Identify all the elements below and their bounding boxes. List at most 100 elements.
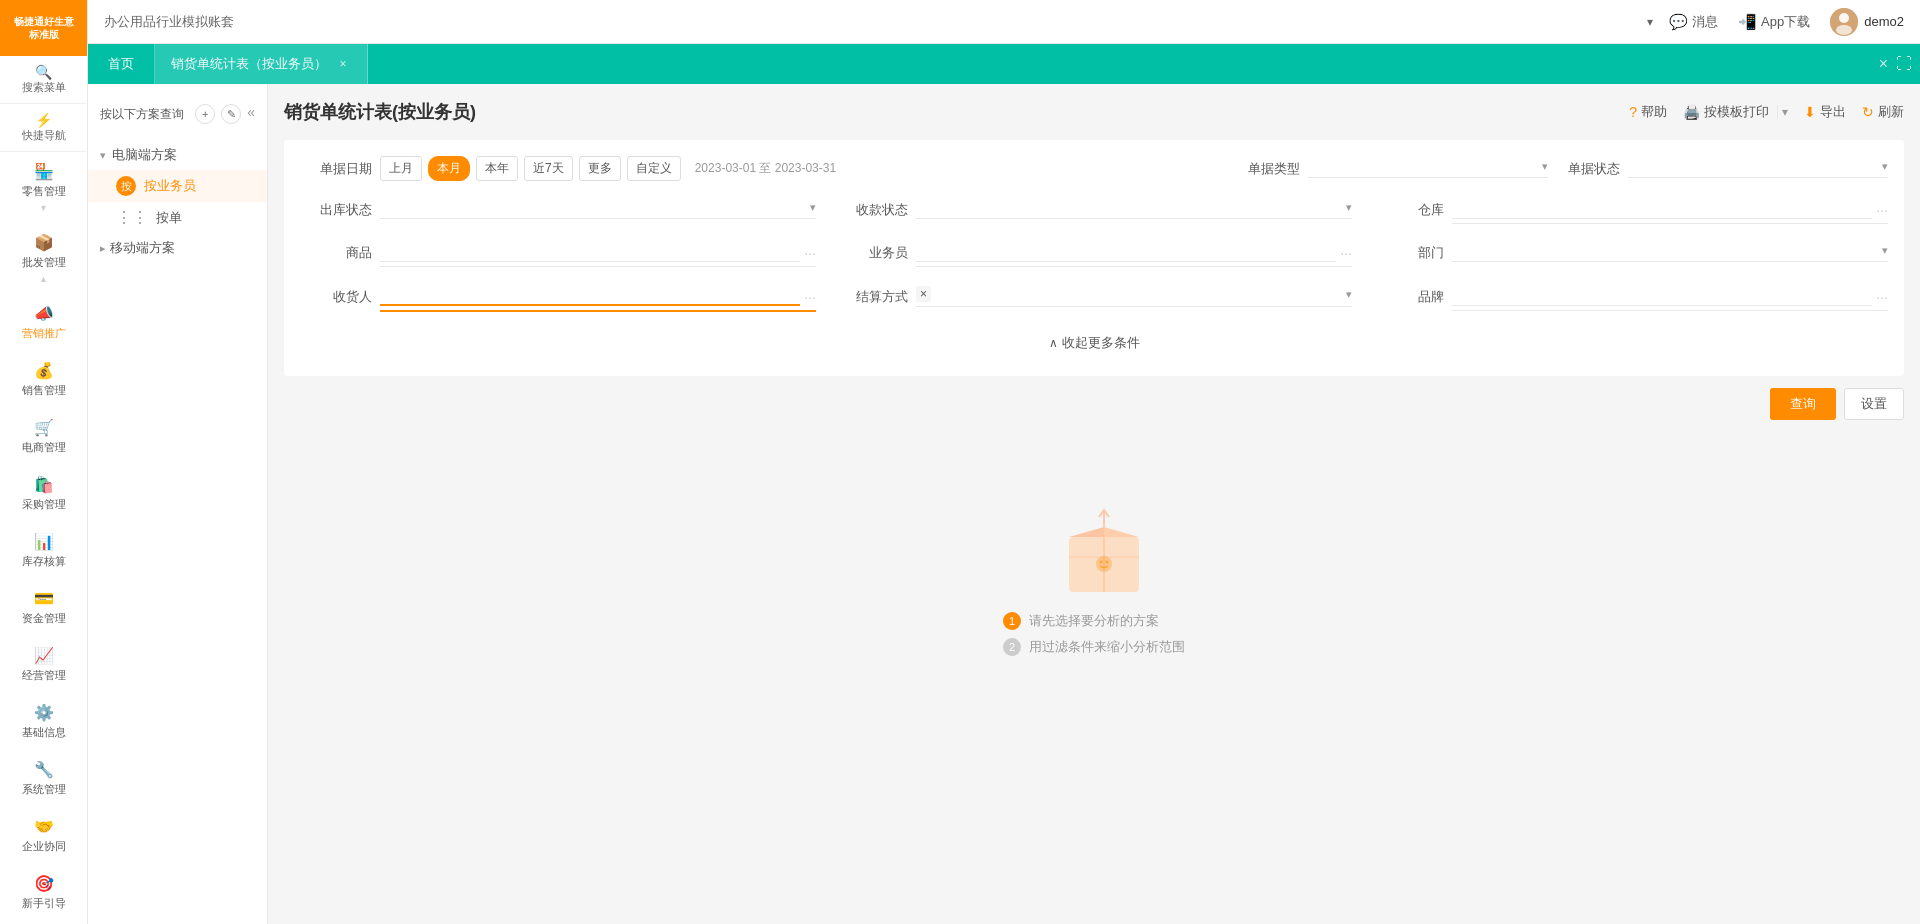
purchase-icon: 🛍️: [34, 475, 54, 494]
print-label: 按模板打印: [1704, 103, 1769, 121]
sidebar-item-wholesale[interactable]: 📦 批发管理 ▴: [0, 223, 87, 294]
left-panel: 按以下方案查询 + ✎ « ▾ 电脑端方案 按 按业务员 ⋮⋮ 按: [88, 84, 268, 924]
message-label: 消息: [1692, 13, 1718, 31]
filter-row-4: 收货人 ... 结算方式 × ▾: [300, 281, 1888, 312]
tabbar: 首页 销货单统计表（按业务员） × × ⛶: [88, 44, 1920, 84]
basic-icon: ⚙️: [34, 703, 54, 722]
svg-point-2: [1836, 25, 1852, 35]
payment-input-area: × ▾: [916, 286, 1352, 307]
brand-filter: 品牌 ...: [1352, 282, 1888, 311]
window-close-btn[interactable]: ×: [1879, 55, 1888, 73]
date-custom-btn[interactable]: 自定义: [627, 156, 681, 181]
dept-select[interactable]: ▾: [1452, 244, 1888, 262]
doc-status-select[interactable]: ▾: [1628, 160, 1888, 178]
goods-dots[interactable]: ...: [804, 242, 816, 258]
tree-desktop[interactable]: ▾ 电脑端方案: [88, 140, 267, 170]
sidebar-item-finance[interactable]: 💳 资金管理: [0, 579, 87, 636]
collapse-icon: ∧: [1049, 336, 1058, 350]
brand-dots[interactable]: ...: [1876, 286, 1888, 302]
newbie-icon: 🎯: [34, 874, 54, 893]
doc-status-arrow: ▾: [1882, 160, 1888, 173]
tree-arrow-down: ▾: [100, 149, 106, 162]
goods-input[interactable]: [380, 238, 800, 262]
sidebar-item-retail[interactable]: 🏪 零售管理 ▾: [0, 152, 87, 223]
tab-home[interactable]: 首页: [88, 44, 155, 84]
dept-label: 部门: [1372, 244, 1452, 262]
payment-tag-x[interactable]: ×: [920, 287, 927, 301]
out-status-filter: 出库状态 ▾: [300, 201, 816, 219]
step1-num: 1: [1003, 612, 1021, 630]
sidebar-search-menu[interactable]: 🔍 搜索菜单: [0, 56, 87, 104]
sidebar-item-purchase[interactable]: 🛍️ 采购管理: [0, 465, 87, 522]
print-dropdown-arrow[interactable]: ▾: [1777, 105, 1788, 119]
topbar-title: 办公用品行业模拟账套: [104, 13, 1631, 31]
warehouse-label: 仓库: [1372, 201, 1452, 219]
date-more-btn[interactable]: 更多: [579, 156, 621, 181]
sidebar-item-basic[interactable]: ⚙️ 基础信息: [0, 693, 87, 750]
date-last-month-btn[interactable]: 上月: [380, 156, 422, 181]
sidebar-item-inventory[interactable]: 📊 库存核算: [0, 522, 87, 579]
sidebar-item-sales[interactable]: 💰 销售管理: [0, 351, 87, 408]
receipt-status-select[interactable]: ▾: [916, 201, 1352, 219]
warehouse-dots[interactable]: ...: [1876, 199, 1888, 215]
date-control: 上月 本月 本年 近7天 更多 自定义 2023-03-01 至 2023-03…: [380, 156, 1228, 181]
date-this-year-btn[interactable]: 本年: [476, 156, 518, 181]
topbar-dropdown[interactable]: ▾: [1647, 15, 1653, 29]
sidebar-item-ecommerce[interactable]: 🛒 电商管理: [0, 408, 87, 465]
empty-illustration: [1044, 492, 1144, 592]
main-area: 办公用品行业模拟账套 ▾ 💬 消息 📲 App下载 demo2 首页 销: [88, 0, 1920, 924]
salesperson-dots[interactable]: ...: [1340, 242, 1352, 258]
sidebar-nav: 🏪 零售管理 ▾ 📦 批发管理 ▴ 📣 营销推广 💰 销售管理 🛒 电商管理 🛍…: [0, 152, 87, 924]
consignee-input[interactable]: [380, 281, 800, 306]
message-action[interactable]: 💬 消息: [1669, 13, 1718, 31]
doc-type-select[interactable]: ▾: [1308, 160, 1548, 178]
user-profile[interactable]: demo2: [1830, 8, 1904, 36]
app-download-action[interactable]: 📲 App下载: [1738, 13, 1810, 31]
brand-input[interactable]: [1452, 282, 1872, 306]
settings-btn[interactable]: 设置: [1844, 388, 1904, 420]
svg-marker-4: [1069, 527, 1104, 537]
tree-mobile[interactable]: ▸ 移动端方案: [88, 233, 267, 263]
marketing-icon: 📣: [34, 304, 54, 323]
collapse-panel-btn[interactable]: «: [247, 104, 255, 124]
print-main-btn[interactable]: 🖨️ 按模板打印: [1683, 103, 1773, 121]
query-btn[interactable]: 查询: [1770, 388, 1836, 420]
payment-label: 结算方式: [836, 288, 916, 306]
sidebar-item-system[interactable]: 🔧 系统管理: [0, 750, 87, 807]
date-this-month-btn[interactable]: 本月: [428, 156, 470, 181]
help-action[interactable]: ? 帮助: [1629, 103, 1667, 121]
salesperson-input[interactable]: [916, 238, 1336, 262]
add-scheme-btn[interactable]: +: [195, 104, 215, 124]
refresh-action[interactable]: ↻ 刷新: [1862, 103, 1904, 121]
tab-sales-stat[interactable]: 销货单统计表（按业务员） ×: [155, 44, 368, 84]
warehouse-input[interactable]: [1452, 195, 1872, 219]
dept-filter: 部门 ▾: [1352, 244, 1888, 262]
sidebar-quick-nav[interactable]: ⚡ 快捷导航: [0, 104, 87, 152]
filter-row-1: 单据日期 上月 本月 本年 近7天 更多 自定义 2023-03-01 至 20…: [300, 156, 1888, 181]
sidebar: 畅捷通好生意 标准版 🔍 搜索菜单 ⚡ 快捷导航 🏪 零售管理 ▾ 📦 批发管理…: [0, 0, 88, 924]
sidebar-item-marketing[interactable]: 📣 营销推广: [0, 294, 87, 351]
sidebar-item-newbie[interactable]: 🎯 新手引导: [0, 864, 87, 921]
window-expand-btn[interactable]: ⛶: [1896, 55, 1912, 73]
tree-by-doc[interactable]: ⋮⋮ 按单: [88, 202, 267, 233]
edit-scheme-btn[interactable]: ✎: [221, 104, 241, 124]
sidebar-item-operations[interactable]: 📈 经营管理: [0, 636, 87, 693]
dept-arrow: ▾: [1882, 244, 1888, 257]
tree-by-salesperson[interactable]: 按 按业务员: [88, 170, 267, 202]
sidebar-item-corp[interactable]: 🤝 企业协同: [0, 807, 87, 864]
export-action[interactable]: ⬇ 导出: [1804, 103, 1846, 121]
empty-state: 1 请先选择要分析的方案 2 用过滤条件来缩小分析范围: [284, 432, 1904, 716]
tabbar-right: × ⛶: [1879, 55, 1920, 73]
svg-point-1: [1839, 13, 1849, 23]
active-scheme-icon: 按: [116, 176, 136, 196]
page-title: 销货单统计表(按业务员): [284, 100, 476, 124]
app-download-label: App下载: [1761, 13, 1810, 31]
date-7days-btn[interactable]: 近7天: [524, 156, 573, 181]
out-status-select[interactable]: ▾: [380, 201, 816, 219]
tree-desktop-label: 电脑端方案: [112, 146, 177, 164]
print-action[interactable]: 🖨️ 按模板打印 ▾: [1683, 103, 1788, 121]
collapse-more-btn[interactable]: ∧ 收起更多条件: [300, 326, 1888, 360]
tab-close-btn[interactable]: ×: [335, 56, 351, 72]
operations-icon: 📈: [34, 646, 54, 665]
consignee-dots[interactable]: ...: [804, 286, 816, 302]
